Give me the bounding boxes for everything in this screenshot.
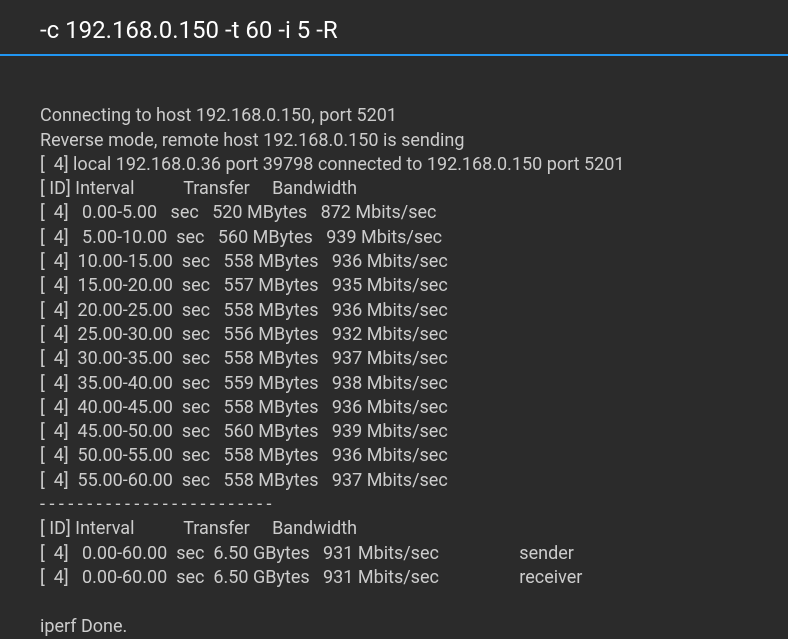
connection-line-2: Reverse mode, remote host 192.168.0.150 … (40, 130, 464, 151)
interval-row: [ 4] 10.00-15.00 sec 558 MBytes 936 Mbit… (40, 251, 448, 272)
command-text: -c 192.168.0.150 -t 60 -i 5 -R (40, 16, 338, 44)
terminal-output: Connecting to host 192.168.0.150, port 5… (0, 80, 788, 639)
separator-line: - - - - - - - - - - - - - - - - - - - - … (40, 494, 272, 515)
summary-row-sender: [ 4] 0.00-60.00 sec 6.50 GBytes 931 Mbit… (40, 543, 574, 564)
interval-row: [ 4] 45.00-50.00 sec 560 MBytes 939 Mbit… (40, 421, 448, 442)
connection-line-1: Connecting to host 192.168.0.150, port 5… (40, 105, 397, 126)
table-header: [ ID] Interval Transfer Bandwidth (40, 178, 357, 199)
summary-header: [ ID] Interval Transfer Bandwidth (40, 518, 357, 539)
interval-row: [ 4] 20.00-25.00 sec 558 MBytes 936 Mbit… (40, 300, 448, 321)
interval-row: [ 4] 50.00-55.00 sec 558 MBytes 936 Mbit… (40, 445, 448, 466)
command-input-bar[interactable]: -c 192.168.0.150 -t 60 -i 5 -R (0, 0, 788, 56)
summary-row-receiver: [ 4] 0.00-60.00 sec 6.50 GBytes 931 Mbit… (40, 567, 582, 588)
interval-row: [ 4] 40.00-45.00 sec 558 MBytes 936 Mbit… (40, 397, 448, 418)
interval-row: [ 4] 55.00-60.00 sec 558 MBytes 937 Mbit… (40, 470, 448, 491)
done-message: iperf Done. (40, 616, 127, 637)
interval-row: [ 4] 30.00-35.00 sec 558 MBytes 937 Mbit… (40, 348, 448, 369)
connection-line-3: [ 4] local 192.168.0.36 port 39798 conne… (40, 154, 624, 175)
interval-row: [ 4] 25.00-30.00 sec 556 MBytes 932 Mbit… (40, 324, 448, 345)
interval-row: [ 4] 15.00-20.00 sec 557 MBytes 935 Mbit… (40, 275, 448, 296)
interval-row: [ 4] 35.00-40.00 sec 559 MBytes 938 Mbit… (40, 373, 448, 394)
interval-row: [ 4] 5.00-10.00 sec 560 MBytes 939 Mbits… (40, 227, 442, 248)
interval-row: [ 4] 0.00-5.00 sec 520 MBytes 872 Mbits/… (40, 202, 436, 223)
